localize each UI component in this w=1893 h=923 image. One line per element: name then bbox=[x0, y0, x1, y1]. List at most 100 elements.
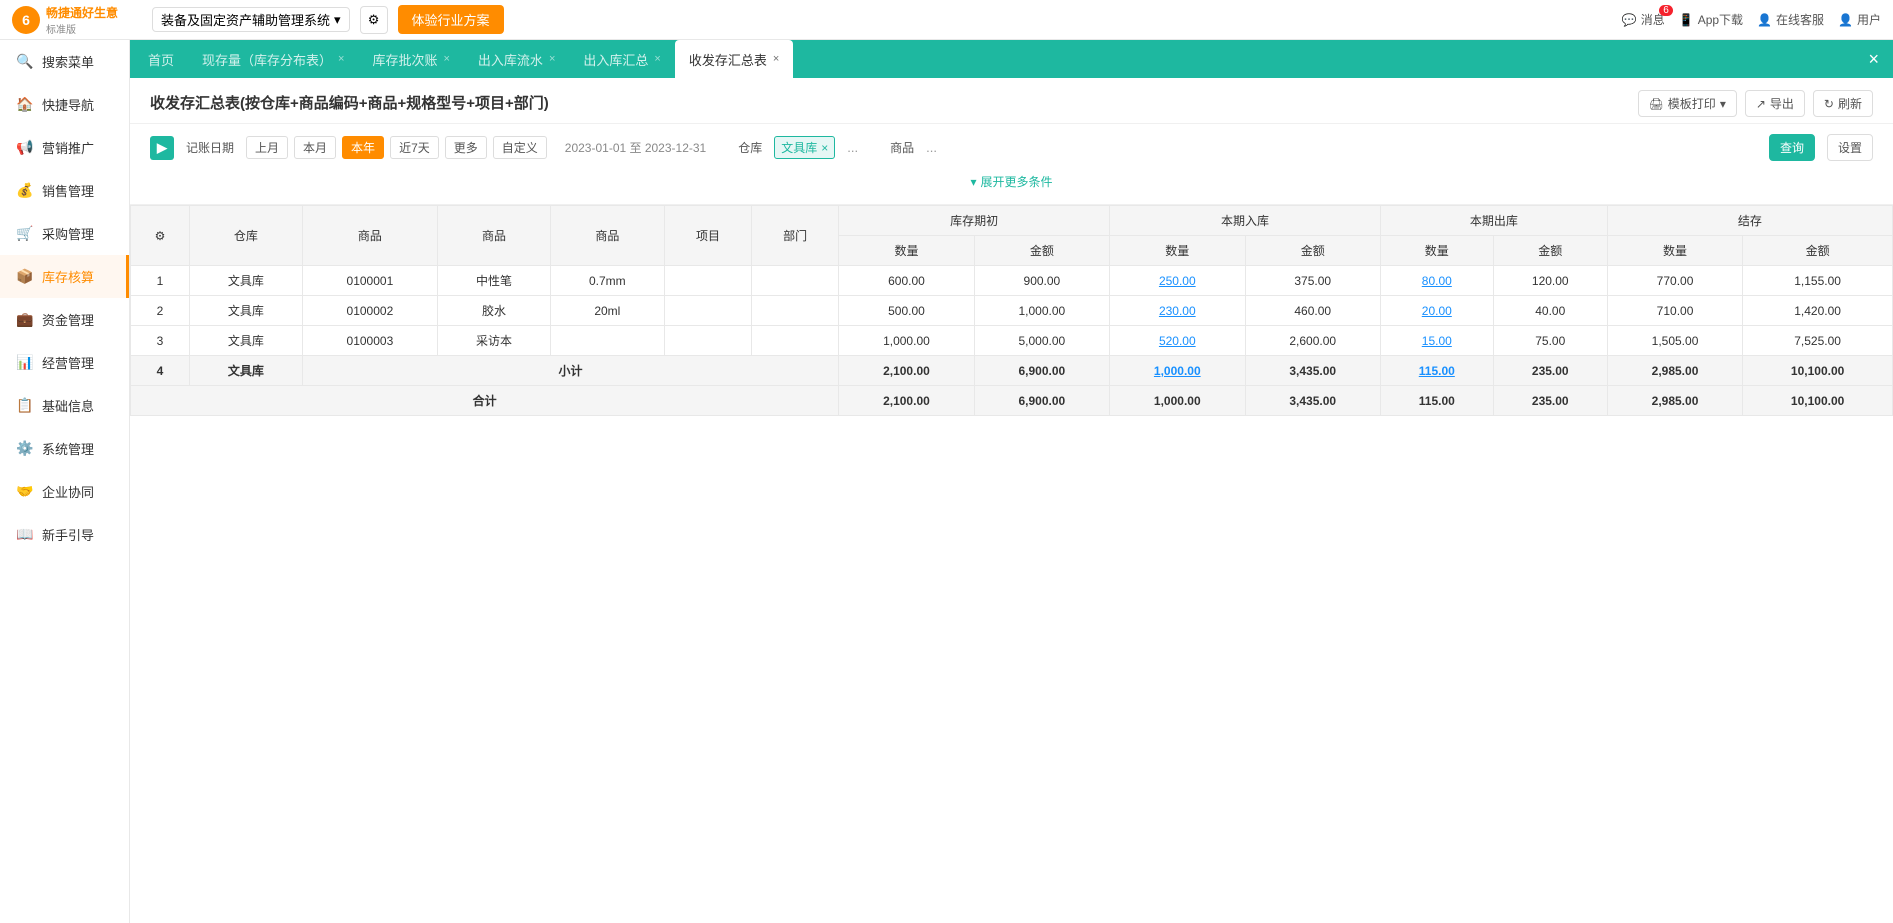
app-download-button[interactable]: 📱 App下载 bbox=[1679, 11, 1743, 28]
sidebar-item-marketing[interactable]: 📢 营销推广 bbox=[0, 126, 129, 169]
sidebar-item-system[interactable]: ⚙️ 系统管理 bbox=[0, 427, 129, 470]
try-industry-button[interactable]: 体验行业方案 bbox=[398, 5, 504, 34]
goods-filter-label: 商品 bbox=[890, 139, 914, 156]
export-icon: ↗ bbox=[1756, 97, 1766, 111]
warehouse-tag-close-icon[interactable]: × bbox=[821, 141, 828, 155]
marketing-icon: 📢 bbox=[16, 139, 34, 156]
app-icon: 📱 bbox=[1679, 13, 1694, 27]
total-out-qty: 115.00 bbox=[1380, 386, 1493, 416]
row-bal-qty: 710.00 bbox=[1607, 296, 1742, 326]
row-in-qty[interactable]: 230.00 bbox=[1110, 296, 1245, 326]
expand-label: 展开更多条件 bbox=[981, 173, 1053, 190]
tab-batch-account-label: 库存批次账 bbox=[372, 50, 437, 69]
warehouse-more-button[interactable]: ... bbox=[847, 140, 858, 155]
finance-icon: 💼 bbox=[16, 311, 34, 328]
subtotal-bal-qty: 2,985.00 bbox=[1607, 356, 1742, 386]
tab-batch-account[interactable]: 库存批次账 × bbox=[358, 40, 463, 78]
sidebar-item-inventory[interactable]: 📦 库存核算 bbox=[0, 255, 129, 298]
row-out-amt: 75.00 bbox=[1493, 326, 1607, 356]
goods-more-button[interactable]: ... bbox=[926, 140, 937, 155]
row-in-qty[interactable]: 250.00 bbox=[1110, 266, 1245, 296]
export-label: 导出 bbox=[1770, 95, 1794, 112]
date-btn-more[interactable]: 更多 bbox=[445, 136, 487, 159]
sidebar-item-enterprise[interactable]: 🤝 企业协同 bbox=[0, 470, 129, 513]
warehouse-tag[interactable]: 文具库 × bbox=[774, 136, 835, 159]
page-header: 收发存汇总表(按仓库+商品编码+商品+规格型号+项目+部门) 🖨 模板打印 ▾ … bbox=[130, 78, 1893, 124]
col-in-header: 本期入库 bbox=[1110, 206, 1381, 236]
tab-batch-account-close[interactable]: × bbox=[443, 53, 449, 65]
header-actions: 💬 消息 6 📱 App下载 👤 在线客服 👤 用户 bbox=[1622, 11, 1881, 28]
subtotal-out-qty[interactable]: 115.00 bbox=[1380, 356, 1493, 386]
filter-toggle-button[interactable]: ▶ bbox=[150, 136, 174, 160]
sidebar-item-purchase[interactable]: 🛒 采购管理 bbox=[0, 212, 129, 255]
subtotal-warehouse: 文具库 bbox=[190, 356, 303, 386]
tab-inout-summary-close[interactable]: × bbox=[654, 53, 660, 65]
logo-text: 畅捷通好生意 bbox=[46, 4, 118, 21]
date-btn-custom[interactable]: 自定义 bbox=[493, 136, 547, 159]
tab-inout-summary[interactable]: 出入库汇总 × bbox=[569, 40, 674, 78]
tab-collect-summary[interactable]: 收发存汇总表 × bbox=[675, 40, 793, 78]
row-name: 胶水 bbox=[438, 296, 551, 326]
system-name: 装备及固定资产辅助管理系统 bbox=[161, 10, 330, 29]
sidebar-item-finance[interactable]: 💼 资金管理 bbox=[0, 298, 129, 341]
summary-table: ⚙ 仓库 商品 商品 商品 项目 部门 库存期初 本期入库 本期出库 结存 bbox=[130, 205, 1893, 416]
sidebar-item-label: 营销推广 bbox=[42, 138, 94, 157]
date-btn-this-year[interactable]: 本年 bbox=[342, 136, 384, 159]
col-settings-header: ⚙ bbox=[131, 206, 190, 266]
sidebar-item-search[interactable]: 🔍 搜索菜单 bbox=[0, 40, 129, 83]
notification-button[interactable]: 💬 消息 6 bbox=[1622, 11, 1665, 28]
basic-info-icon: 📋 bbox=[16, 397, 34, 414]
dropdown-arrow-icon: ▾ bbox=[334, 12, 341, 28]
row-out-qty[interactable]: 15.00 bbox=[1380, 326, 1493, 356]
tab-stock-dist-close[interactable]: × bbox=[338, 53, 344, 65]
tab-inout-flow-close[interactable]: × bbox=[549, 53, 555, 65]
export-button[interactable]: ↗ 导出 bbox=[1745, 90, 1805, 117]
sidebar-item-guide[interactable]: 📖 新手引导 bbox=[0, 513, 129, 556]
sidebar-item-label: 快捷导航 bbox=[42, 95, 94, 114]
sales-icon: 💰 bbox=[16, 182, 34, 199]
user-button[interactable]: 👤 用户 bbox=[1838, 11, 1881, 28]
col-settings-icon[interactable]: ⚙ bbox=[155, 229, 166, 243]
row-init-qty: 600.00 bbox=[839, 266, 974, 296]
online-service-button[interactable]: 👤 在线客服 bbox=[1757, 11, 1824, 28]
template-print-button[interactable]: 🖨 模板打印 ▾ bbox=[1638, 90, 1737, 117]
col-code-header: 商品 bbox=[302, 206, 437, 266]
row-dept bbox=[752, 326, 839, 356]
tab-stock-dist[interactable]: 现存量（库存分布表） × bbox=[188, 40, 358, 78]
settings-button[interactable]: 设置 bbox=[1827, 134, 1873, 161]
tab-collect-summary-close[interactable]: × bbox=[773, 53, 779, 65]
tab-home[interactable]: 首页 bbox=[134, 40, 188, 78]
row-spec bbox=[550, 326, 664, 356]
settings-icon[interactable]: ⚙ bbox=[360, 6, 388, 34]
print-icon: 🖨 bbox=[1649, 97, 1664, 111]
tab-inout-flow[interactable]: 出入库流水 × bbox=[464, 40, 569, 78]
total-bal-amt: 10,100.00 bbox=[1743, 386, 1893, 416]
row-project bbox=[664, 296, 751, 326]
sidebar-item-operations[interactable]: 📊 经营管理 bbox=[0, 341, 129, 384]
refresh-button[interactable]: ↻ 刷新 bbox=[1813, 90, 1873, 117]
system-selector[interactable]: 装备及固定资产辅助管理系统 ▾ bbox=[152, 7, 350, 32]
close-all-tabs-button[interactable]: × bbox=[1858, 49, 1889, 70]
row-out-amt: 40.00 bbox=[1493, 296, 1607, 326]
expand-filter-button[interactable]: ▾ 展开更多条件 bbox=[966, 169, 1056, 194]
subtotal-in-qty[interactable]: 1,000.00 bbox=[1110, 356, 1245, 386]
row-code: 0100002 bbox=[302, 296, 437, 326]
sidebar-item-quick-nav[interactable]: 🏠 快捷导航 bbox=[0, 83, 129, 126]
row-in-qty[interactable]: 520.00 bbox=[1110, 326, 1245, 356]
warehouse-tag-label: 文具库 bbox=[781, 139, 817, 156]
date-btn-last-month[interactable]: 上月 bbox=[246, 136, 288, 159]
guide-icon: 📖 bbox=[16, 526, 34, 543]
user-label: 用户 bbox=[1857, 11, 1881, 28]
query-button[interactable]: 查询 bbox=[1769, 134, 1815, 161]
sidebar-item-sales[interactable]: 💰 销售管理 bbox=[0, 169, 129, 212]
date-btn-7days[interactable]: 近7天 bbox=[390, 136, 439, 159]
sidebar-item-basic-info[interactable]: 📋 基础信息 bbox=[0, 384, 129, 427]
row-in-amt: 460.00 bbox=[1245, 296, 1380, 326]
table-row: 2 文具库 0100002 胶水 20ml 500.00 1,000.00 23… bbox=[131, 296, 1893, 326]
date-btn-this-month[interactable]: 本月 bbox=[294, 136, 336, 159]
col-in-qty-header: 数量 bbox=[1110, 236, 1245, 266]
row-dept bbox=[752, 266, 839, 296]
row-out-qty[interactable]: 20.00 bbox=[1380, 296, 1493, 326]
row-out-qty[interactable]: 80.00 bbox=[1380, 266, 1493, 296]
refresh-label: 刷新 bbox=[1838, 95, 1862, 112]
